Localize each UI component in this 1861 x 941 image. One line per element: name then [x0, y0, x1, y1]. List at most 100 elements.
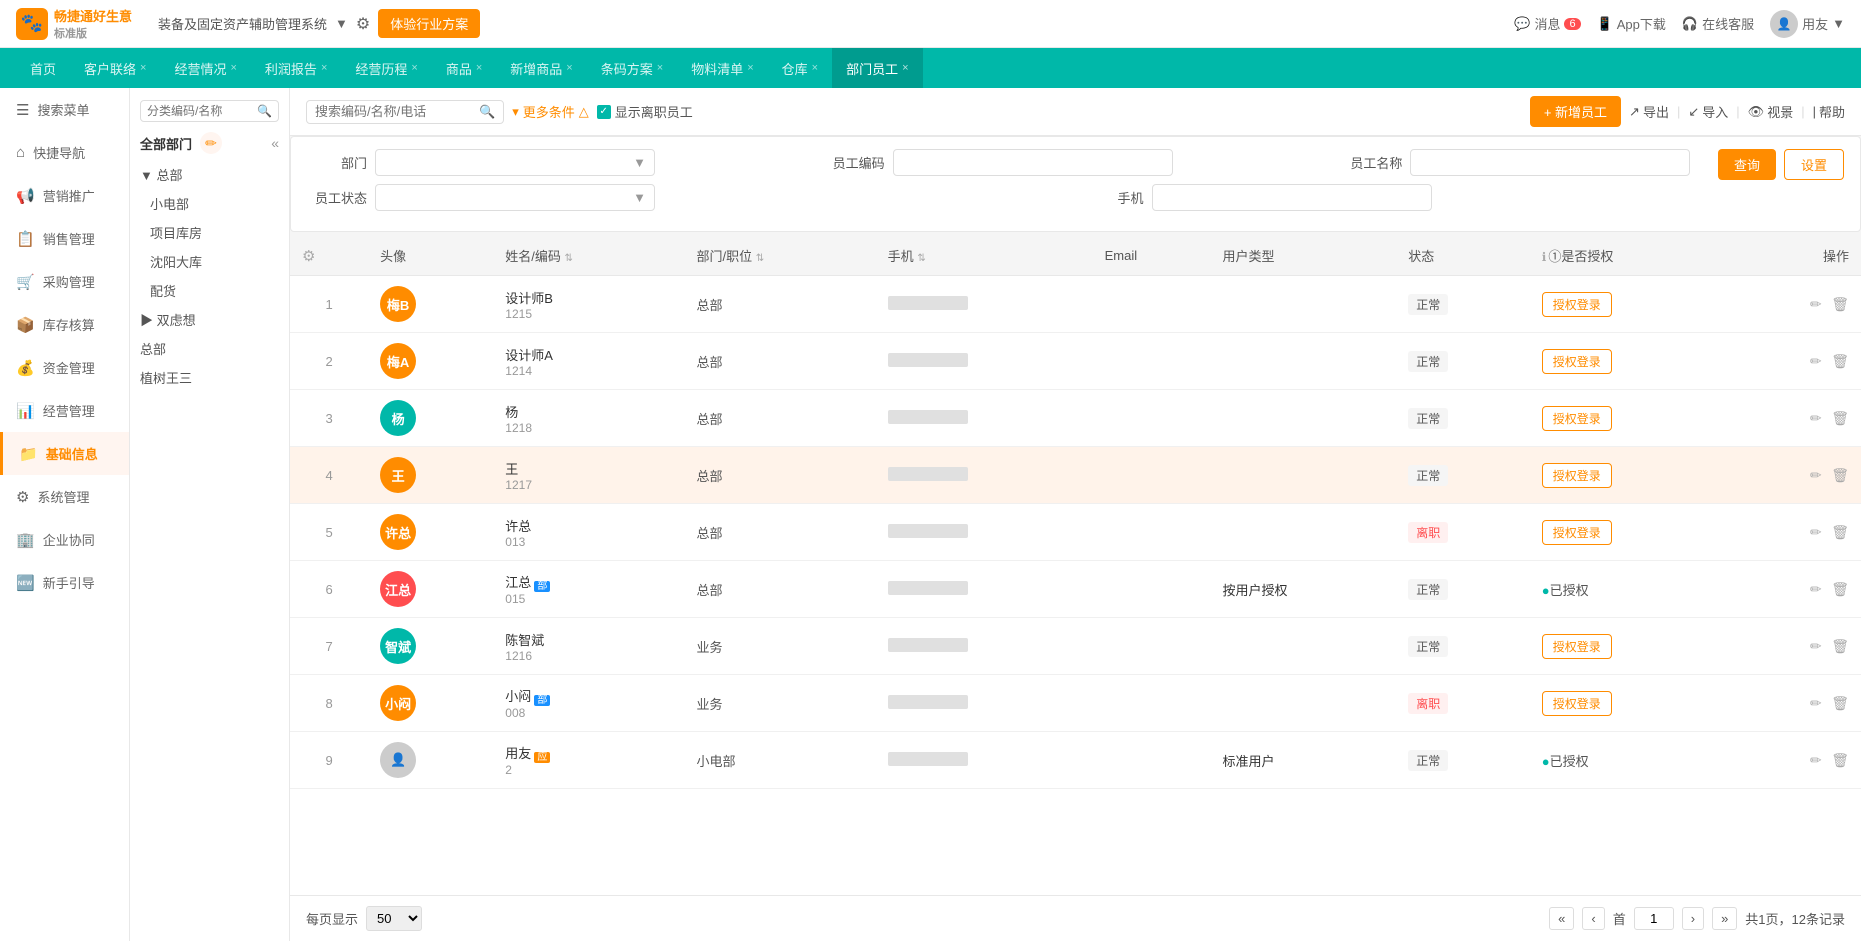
dept-tree-double-think[interactable]: ▶ 双虑想	[130, 305, 289, 334]
dept-tree-shenyang[interactable]: 沈阳大库	[130, 247, 289, 276]
edit-button[interactable]: ✏	[1810, 353, 1822, 369]
edit-button[interactable]: ✏	[1810, 410, 1822, 426]
tab-profit[interactable]: 利润报告 ×	[251, 48, 341, 88]
online-service-action[interactable]: 🎧 在线客服	[1682, 14, 1754, 33]
auth-login-button[interactable]: 授权登录	[1542, 406, 1612, 431]
import-action[interactable]: ↙ 导入	[1688, 102, 1728, 121]
auth-login-button[interactable]: 授权登录	[1542, 520, 1612, 545]
prev-page-button[interactable]: ‹	[1582, 907, 1604, 930]
emp-name-input[interactable]	[1410, 149, 1690, 176]
dept-tree-dispatch[interactable]: 配货	[130, 276, 289, 305]
set-button[interactable]: 设置	[1784, 149, 1844, 180]
edit-button[interactable]: ✏	[1810, 581, 1822, 597]
close-add-goods-tab[interactable]: ×	[566, 62, 572, 74]
close-operations-tab[interactable]: ×	[230, 62, 236, 74]
col-dept[interactable]: 部门/职位 ⇅	[684, 236, 875, 276]
dept-tree-small-elec[interactable]: 小电部	[130, 189, 289, 218]
edit-button[interactable]: ✏	[1810, 752, 1822, 768]
sidebar-item-inventory[interactable]: 📦 库存核算	[0, 303, 129, 346]
phone-input[interactable]	[1152, 184, 1432, 211]
dept-collapse-button[interactable]: «	[271, 135, 279, 151]
edit-button[interactable]: ✏	[1810, 524, 1822, 540]
export-action[interactable]: ↗ 导出	[1629, 102, 1669, 121]
sidebar-item-guide[interactable]: 🆕 新手引导	[0, 561, 129, 604]
page-number-input[interactable]	[1634, 907, 1674, 930]
sidebar-item-sales[interactable]: 📋 销售管理	[0, 217, 129, 260]
tab-bom[interactable]: 物料清单 ×	[677, 48, 767, 88]
dept-tree-zongbu[interactable]: 总部	[130, 334, 289, 363]
dept-tree-plant-wang[interactable]: 植树王三	[130, 363, 289, 392]
delete-button[interactable]: 🗑	[1831, 752, 1849, 768]
sidebar-item-search-menu[interactable]: ☰ 搜索菜单	[0, 88, 129, 131]
close-goods-tab[interactable]: ×	[476, 62, 482, 74]
emp-code-input[interactable]	[893, 149, 1173, 176]
add-employee-button[interactable]: + 新增员工	[1530, 96, 1621, 127]
edit-button[interactable]: ✏	[1810, 695, 1822, 711]
close-customer-tab[interactable]: ×	[140, 62, 146, 74]
tab-operations[interactable]: 经营情况 ×	[160, 48, 250, 88]
tab-dept-staff[interactable]: 部门员工 ×	[832, 48, 922, 88]
delete-button[interactable]: 🗑	[1831, 296, 1849, 312]
close-warehouse-tab[interactable]: ×	[812, 62, 818, 74]
search-icon[interactable]: 🔍	[479, 104, 495, 120]
system-title-dropdown[interactable]: ▼	[335, 16, 348, 31]
dept-edit-button[interactable]: ✏	[200, 132, 222, 154]
sidebar-item-system[interactable]: ⚙ 系统管理	[0, 475, 129, 518]
message-action[interactable]: 💬 消息 6	[1514, 14, 1580, 33]
first-page-button[interactable]: «	[1549, 907, 1574, 930]
edit-button[interactable]: ✏	[1810, 638, 1822, 654]
delete-button[interactable]: 🗑	[1831, 410, 1849, 426]
dept-search-icon[interactable]: 🔍	[257, 104, 272, 118]
view-action[interactable]: 👁 视景	[1748, 102, 1794, 121]
search-input[interactable]	[315, 104, 475, 119]
tab-add-goods[interactable]: 新增商品 ×	[496, 48, 586, 88]
auth-login-button[interactable]: 授权登录	[1542, 691, 1612, 716]
delete-button[interactable]: 🗑	[1831, 353, 1849, 369]
tab-barcode[interactable]: 条码方案 ×	[587, 48, 677, 88]
last-page-button[interactable]: »	[1712, 907, 1737, 930]
dept-tree-head[interactable]: ▼ 总部	[130, 160, 289, 189]
table-settings-icon[interactable]: ⚙	[302, 248, 315, 265]
sidebar-item-operations[interactable]: 📊 经营管理	[0, 389, 129, 432]
auth-login-button[interactable]: 授权登录	[1542, 292, 1612, 317]
close-barcode-tab[interactable]: ×	[657, 62, 663, 74]
help-action[interactable]: | 帮助	[1813, 102, 1845, 121]
delete-button[interactable]: 🗑	[1831, 524, 1849, 540]
col-settings[interactable]: ⚙	[290, 236, 368, 276]
col-phone[interactable]: 手机 ⇅	[876, 236, 1093, 276]
trial-button[interactable]: 体验行业方案	[378, 9, 480, 38]
edit-button[interactable]: ✏	[1810, 296, 1822, 312]
auth-login-button[interactable]: 授权登录	[1542, 349, 1612, 374]
sidebar-item-finance[interactable]: 💰 资金管理	[0, 346, 129, 389]
more-conditions-button[interactable]: ▾ 更多条件 △	[512, 102, 589, 121]
sidebar-item-marketing[interactable]: 📢 营销推广	[0, 174, 129, 217]
auth-login-button[interactable]: 授权登录	[1542, 463, 1612, 488]
delete-button[interactable]: 🗑	[1831, 581, 1849, 597]
page-size-select[interactable]: 50 100	[366, 906, 422, 931]
col-name-code[interactable]: 姓名/编码 ⇅	[493, 236, 684, 276]
close-bom-tab[interactable]: ×	[747, 62, 753, 74]
emp-status-select[interactable]: ▼	[375, 184, 655, 211]
edit-button[interactable]: ✏	[1810, 467, 1822, 483]
dept-tree-project[interactable]: 项目库房	[130, 218, 289, 247]
tab-customer[interactable]: 客户联络 ×	[70, 48, 160, 88]
delete-button[interactable]: 🗑	[1831, 695, 1849, 711]
close-profit-tab[interactable]: ×	[321, 62, 327, 74]
show-resigned-checkbox[interactable]: ✓ 显示离职员工	[597, 102, 693, 121]
auth-login-button[interactable]: 授权登录	[1542, 634, 1612, 659]
sidebar-item-enterprise[interactable]: 🏢 企业协同	[0, 518, 129, 561]
sidebar-item-basic-info[interactable]: 📁 基础信息	[0, 432, 129, 475]
dept-filter-select[interactable]: ▼	[375, 149, 655, 176]
app-download-action[interactable]: 📱 App下载	[1597, 14, 1666, 33]
settings-button[interactable]: ⚙	[356, 14, 370, 34]
user-action[interactable]: 👤 用友 ▼	[1770, 10, 1845, 38]
delete-button[interactable]: 🗑	[1831, 467, 1849, 483]
tab-home[interactable]: 首页	[16, 48, 70, 88]
tab-warehouse[interactable]: 仓库 ×	[768, 48, 832, 88]
query-button[interactable]: 查询	[1718, 149, 1776, 180]
delete-button[interactable]: 🗑	[1831, 638, 1849, 654]
sidebar-item-purchase[interactable]: 🛒 采购管理	[0, 260, 129, 303]
next-page-button[interactable]: ›	[1682, 907, 1704, 930]
tab-goods[interactable]: 商品 ×	[432, 48, 496, 88]
tab-history[interactable]: 经营历程 ×	[341, 48, 431, 88]
